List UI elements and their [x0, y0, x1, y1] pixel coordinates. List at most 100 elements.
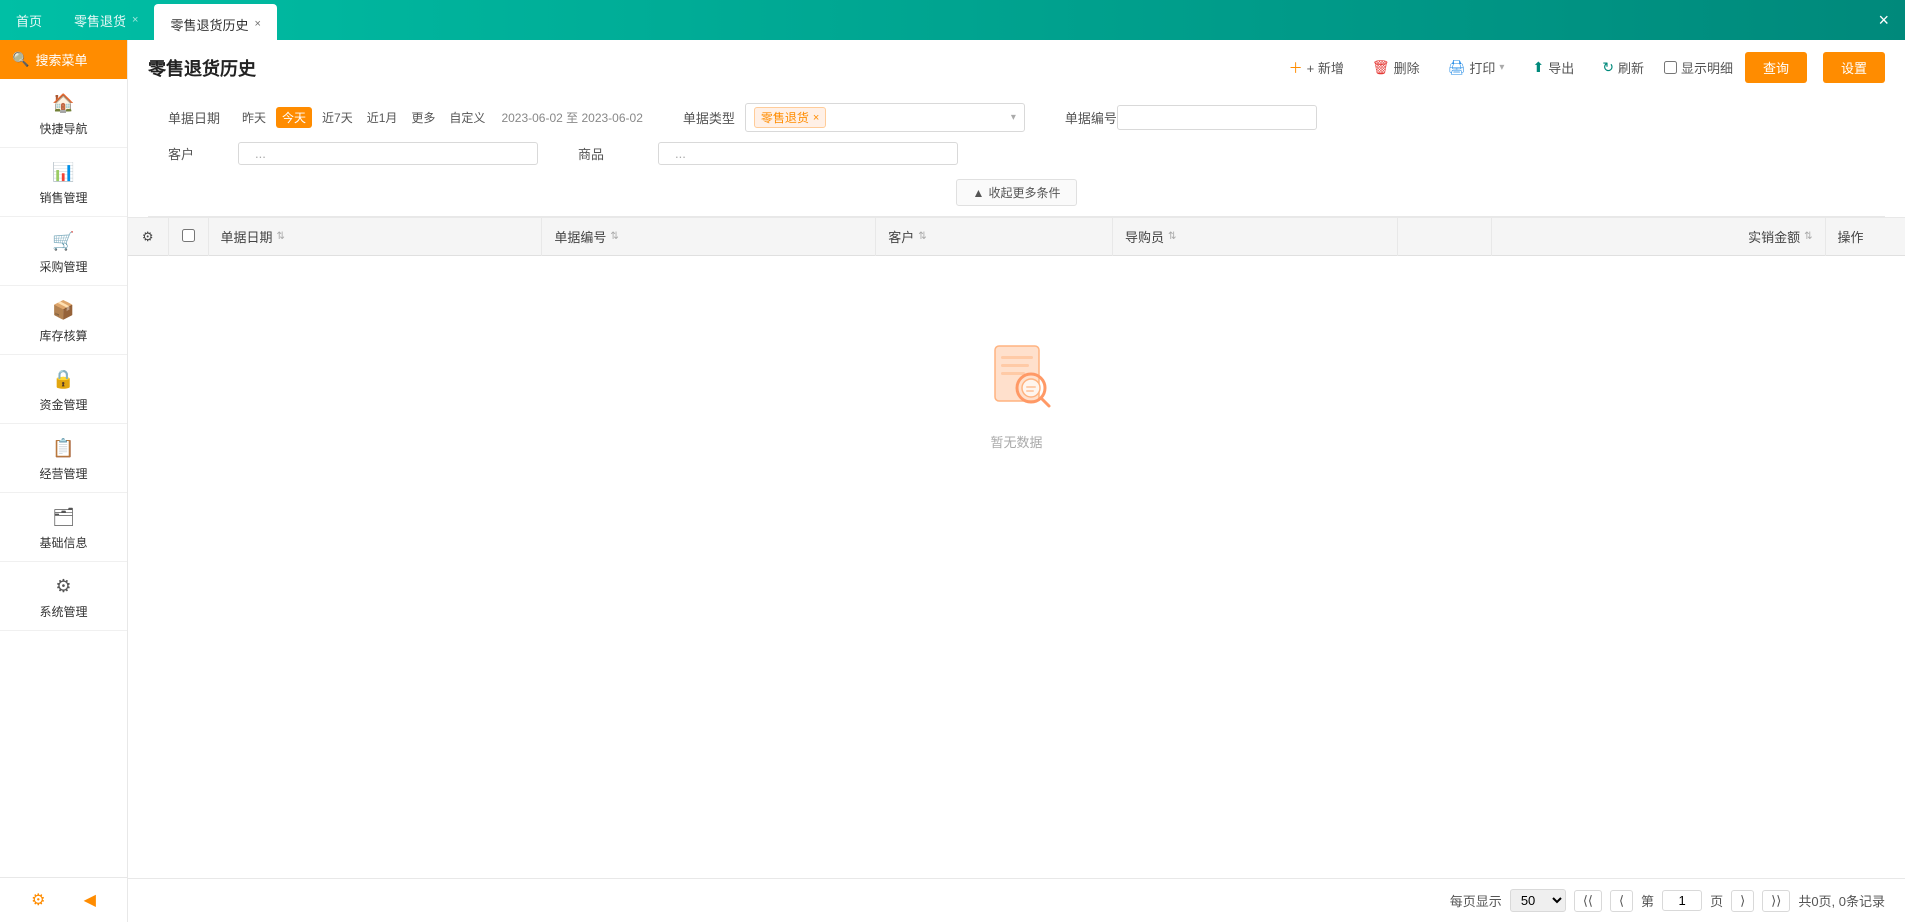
collapse-button[interactable]: ▲ 收起更多条件 [956, 179, 1078, 206]
show-detail-checkbox[interactable] [1664, 61, 1677, 74]
refresh-button[interactable]: ↻ 刷新 [1594, 54, 1652, 81]
sidebar-item-inventory[interactable]: 📦 库存核算 [0, 286, 127, 355]
sidebar-bottom: ⚙ ◀ [0, 877, 127, 922]
page-label-first: 第 [1641, 891, 1654, 910]
date-range-text: 2023-06-02 至 2023-06-02 [501, 109, 642, 126]
top-bar-close-icon[interactable]: × [1878, 10, 1889, 31]
tab-retail-return-history-close[interactable]: × [254, 18, 260, 30]
th-customer-label: 客户 [888, 227, 914, 246]
sidebar-item-system[interactable]: ⚙ 系统管理 [0, 562, 127, 631]
inventory-icon: 📦 [52, 300, 74, 321]
sidebar-item-purchase-label: 采购管理 [39, 258, 87, 275]
sidebar-item-basic-info[interactable]: 🗂 基础信息 [0, 493, 127, 562]
th-customer[interactable]: 客户 ⇅ [876, 218, 1113, 256]
first-page-button[interactable]: ⟨⟨ [1574, 890, 1602, 912]
delete-button[interactable]: 🗑 删除 [1364, 54, 1428, 81]
next-page-button[interactable]: ⟩ [1731, 890, 1754, 912]
date-btn-1month[interactable]: 近1月 [363, 107, 402, 128]
tab-home[interactable]: 首页 [0, 0, 58, 40]
sidebar-search-label: 搜索菜单 [35, 50, 87, 69]
export-button[interactable]: ⬆ 导出 [1524, 54, 1582, 81]
th-no-label: 单据编号 [554, 227, 606, 246]
page-number-input[interactable] [1662, 890, 1702, 911]
refresh-label: 刷新 [1618, 58, 1644, 77]
tab-home-label: 首页 [16, 11, 42, 30]
setting-button[interactable]: 设置 [1823, 52, 1885, 83]
voucher-type-label: 单据类型 [683, 108, 735, 127]
filter-row-2: 客户 ... 商品 ... [168, 142, 1865, 165]
collapse-icon: ▲ [973, 186, 985, 200]
data-table: ⚙ 单据日期 ⇅ 单据编号 [128, 218, 1905, 256]
sidebar-item-quick-nav[interactable]: 🏠 快捷导航 [0, 79, 127, 148]
new-button[interactable]: ＋ + 新增 [1281, 54, 1352, 82]
voucher-no-input[interactable] [1117, 105, 1317, 130]
tab-retail-return-history-label: 零售退货历史 [170, 15, 248, 34]
th-guide[interactable]: 导购员 ⇅ [1112, 218, 1397, 256]
date-btn-custom[interactable]: 自定义 [445, 107, 489, 128]
voucher-type-dropdown-icon[interactable]: ▾ [1011, 112, 1016, 123]
date-btn-more[interactable]: 更多 [407, 107, 439, 128]
sidebar-item-finance-label: 资金管理 [39, 396, 87, 413]
voucher-type-filter: 单据类型 零售退货 × ▾ [683, 103, 1025, 132]
tab-retail-return-history[interactable]: 零售退货历史 × [154, 4, 276, 44]
voucher-type-input[interactable]: 零售退货 × ▾ [745, 103, 1025, 132]
home-icon: 🏠 [52, 93, 74, 114]
empty-text: 暂无数据 [990, 432, 1042, 451]
amount-sort-icon: ⇅ [1804, 231, 1812, 242]
export-label: 导出 [1548, 58, 1574, 77]
sidebar-item-operation[interactable]: 📋 经营管理 [0, 424, 127, 493]
sidebar-item-finance[interactable]: 🔒 资金管理 [0, 355, 127, 424]
th-action: 操作 [1825, 218, 1905, 256]
refresh-icon: ↻ [1602, 59, 1614, 76]
page-header: 零售退货历史 ＋ + 新增 🗑 删除 🖨 打印 ▾ [128, 40, 1905, 218]
sidebar-search[interactable]: 🔍 搜索菜单 [0, 40, 127, 79]
sidebar-item-operation-label: 经营管理 [39, 465, 87, 482]
date-btn-yesterday[interactable]: 昨天 [238, 107, 270, 128]
basic-info-icon: 🗂 [52, 507, 75, 528]
voucher-type-tag-close[interactable]: × [813, 112, 819, 124]
th-amount-label: 实销金额 [1748, 227, 1800, 246]
sidebar-item-system-label: 系统管理 [39, 603, 87, 620]
show-detail-toggle[interactable]: 显示明细 [1664, 58, 1733, 77]
th-no[interactable]: 单据编号 ⇅ [542, 218, 876, 256]
voucher-type-tag-text: 零售退货 [761, 109, 809, 126]
prev-page-button[interactable]: ⟨ [1610, 890, 1633, 912]
th-settings[interactable]: ⚙ [128, 218, 168, 256]
th-date[interactable]: 单据日期 ⇅ [208, 218, 542, 256]
tab-retail-return-label: 零售退货 [74, 11, 126, 30]
print-label: 打印 [1469, 58, 1495, 77]
page-size-select[interactable]: 20 50 100 [1510, 889, 1566, 912]
content-area: 零售退货历史 ＋ + 新增 🗑 删除 🖨 打印 ▾ [128, 40, 1905, 922]
customer-label: 客户 [168, 144, 238, 163]
th-guide-label: 导购员 [1125, 227, 1164, 246]
page-title-row: 零售退货历史 ＋ + 新增 🗑 删除 🖨 打印 ▾ [148, 52, 1885, 93]
date-btn-7days[interactable]: 近7天 [318, 107, 357, 128]
sidebar-item-sales-label: 销售管理 [39, 189, 87, 206]
collapse-row: ▲ 收起更多条件 [168, 175, 1865, 206]
tab-retail-return[interactable]: 零售退货 × [58, 0, 154, 40]
sidebar-item-purchase[interactable]: 🛒 采购管理 [0, 217, 127, 286]
page-label-second: 页 [1710, 891, 1723, 910]
voucher-type-tag: 零售退货 × [754, 107, 826, 128]
new-icon: ＋ [1289, 58, 1303, 78]
tab-retail-return-close[interactable]: × [132, 14, 138, 26]
customer-input[interactable]: ... [238, 142, 538, 165]
sidebar: 🔍 搜索菜单 🏠 快捷导航 📊 销售管理 🛒 采购管理 📦 库存核算 🔒 资金管… [0, 40, 128, 922]
th-amount[interactable]: 实销金额 ⇅ [1491, 218, 1825, 256]
table-wrapper: ⚙ 单据日期 ⇅ 单据编号 [128, 218, 1905, 878]
sidebar-settings-icon[interactable]: ⚙ [31, 890, 45, 910]
th-checkbox[interactable] [168, 218, 208, 256]
operation-icon: 📋 [52, 438, 74, 459]
customer-ellipsis: ... [255, 146, 266, 161]
last-page-button[interactable]: ⟩⟩ [1762, 890, 1790, 912]
sidebar-collapse-icon[interactable]: ◀ [84, 890, 96, 910]
print-icon: 🖨 [1448, 59, 1466, 76]
sidebar-item-sales[interactable]: 📊 销售管理 [0, 148, 127, 217]
query-button[interactable]: 查询 [1745, 52, 1807, 83]
goods-input[interactable]: ... [658, 142, 958, 165]
toolbar: ＋ + 新增 🗑 删除 🖨 打印 ▾ ⬆ 导出 [1281, 52, 1885, 83]
print-button[interactable]: 🖨 打印 ▾ [1440, 54, 1513, 81]
main-layout: 🔍 搜索菜单 🏠 快捷导航 📊 销售管理 🛒 采购管理 📦 库存核算 🔒 资金管… [0, 40, 1905, 922]
date-btn-today[interactable]: 今天 [276, 107, 312, 128]
select-all-checkbox[interactable] [182, 229, 195, 242]
